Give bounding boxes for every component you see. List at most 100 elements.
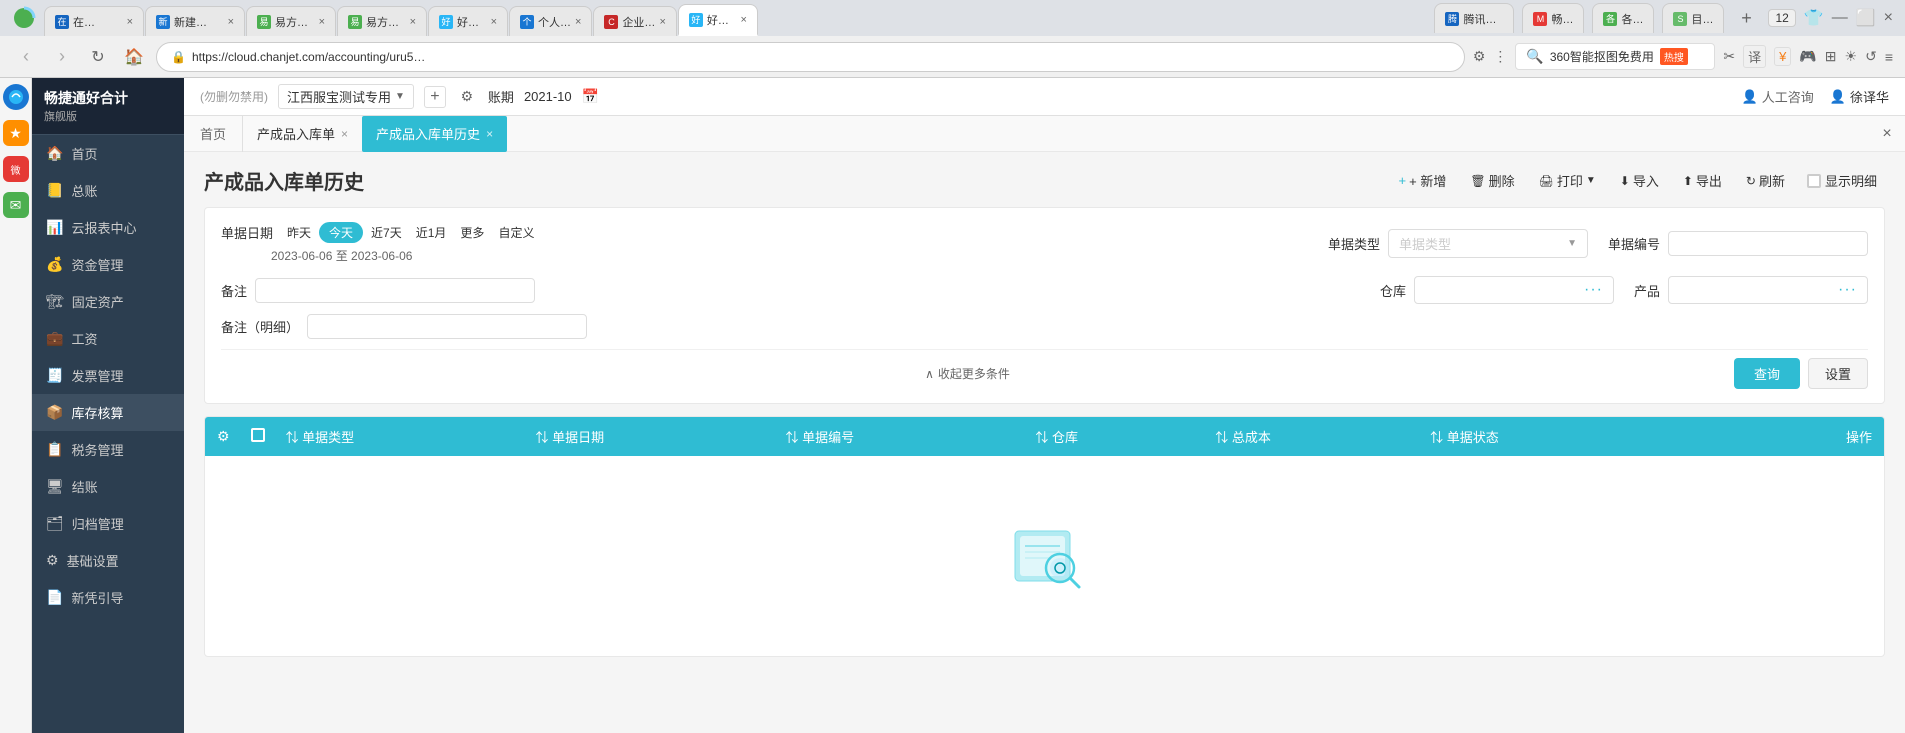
sidebar-item-checkout[interactable]: 🖥 结账 <box>32 468 184 505</box>
show-fields-checkbox[interactable] <box>1807 174 1821 188</box>
back-button[interactable]: ‹ <box>12 43 40 71</box>
tab-s[interactable]: S 目… <box>1662 3 1724 33</box>
week-btn[interactable]: 近7天 <box>365 222 408 243</box>
app-icon-orange[interactable]: ★ <box>3 120 29 146</box>
list-tab-close[interactable]: × <box>341 127 348 141</box>
grid-icon[interactable]: ⊞ <box>1825 48 1837 65</box>
topbar-settings-button[interactable]: ⚙ <box>456 86 478 108</box>
refresh-page-button[interactable]: ↻ 刷新 <box>1736 167 1795 194</box>
yesterday-btn[interactable]: 昨天 <box>281 222 317 243</box>
filter-settings-button[interactable]: 设置 <box>1808 358 1868 389</box>
sidebar-item-inventory[interactable]: 📦 库存核算 <box>32 394 184 431</box>
translate-icon[interactable]: 译 <box>1743 45 1766 68</box>
window-close-button[interactable]: × <box>1884 9 1893 27</box>
ai-service-button[interactable]: 👤 人工咨询 <box>1742 87 1814 106</box>
app-icon-chanjet[interactable] <box>3 84 29 110</box>
tab-close[interactable]: × <box>659 16 665 28</box>
th-total-cost[interactable]: ⇅ 总成本 <box>1203 417 1418 456</box>
home-button[interactable]: 🏠 <box>120 43 148 71</box>
collapse-button[interactable]: ∧ 收起更多条件 <box>221 365 1714 382</box>
panel-close-button[interactable]: × <box>1869 116 1905 152</box>
tab-close[interactable]: × <box>228 16 234 28</box>
sidebar-item-settings[interactable]: ⚙ 基础设置 <box>32 542 184 579</box>
browser-tab[interactable]: 易 易方… × <box>246 6 336 36</box>
show-fields-toggle[interactable]: 显示明细 <box>1799 167 1885 194</box>
remark-filter-input[interactable] <box>255 278 535 303</box>
add-button[interactable]: + <box>424 86 446 108</box>
company-selector[interactable]: 江西服宝测试专用 ▼ <box>278 84 414 109</box>
tab-close[interactable]: × <box>127 16 133 28</box>
tab-tencent[interactable]: 腾 腾讯… <box>1434 3 1514 33</box>
breadcrumb-history-tab[interactable]: 产成品入库单历史 × <box>362 116 507 152</box>
forward-button[interactable]: › <box>48 43 76 71</box>
th-date[interactable]: ⇅ 单据日期 <box>524 417 774 456</box>
sidebar-item-report[interactable]: 📊 云报表中心 <box>32 209 184 246</box>
browser-tab[interactable]: 在 在… × <box>44 6 144 36</box>
sidebar-item-fund[interactable]: 💰 资金管理 <box>32 246 184 283</box>
window-minimize-button[interactable]: — <box>1832 9 1848 27</box>
window-maximize-button[interactable]: ⬜ <box>1856 8 1876 28</box>
search-bar[interactable]: 🔍 360智能抠图免费用 热搜 <box>1515 43 1715 70</box>
theme-icon[interactable]: ☀ <box>1845 48 1858 65</box>
sidebar-item-archive[interactable]: 🗂 归档管理 <box>32 505 184 542</box>
scissors-icon[interactable]: ✂ <box>1723 48 1735 65</box>
custom-btn[interactable]: 自定义 <box>492 222 540 243</box>
th-checkbox[interactable] <box>242 417 274 456</box>
new-button[interactable]: + + 新增 <box>1389 167 1457 194</box>
sidebar-item-invoice[interactable]: 🧾 发票管理 <box>32 357 184 394</box>
warehouse-filter-select[interactable]: ··· <box>1414 276 1614 304</box>
delete-button[interactable]: 🗑 删除 <box>1460 167 1524 194</box>
extensions-icon[interactable]: ⚙ <box>1473 48 1486 65</box>
sidebar-item-home[interactable]: 🏠 首页 <box>32 135 184 172</box>
detail-remark-input[interactable] <box>307 314 587 339</box>
th-settings[interactable]: ⚙ <box>205 417 242 456</box>
calendar-icon[interactable]: 📅 <box>582 88 599 105</box>
export-button[interactable]: ⬆ 导出 <box>1673 167 1732 194</box>
sidebar-item-tax[interactable]: 📋 税务管理 <box>32 431 184 468</box>
header-checkbox[interactable] <box>251 428 265 442</box>
yuan-icon[interactable]: ¥ <box>1774 47 1791 66</box>
tab-close-active[interactable]: × <box>740 14 746 26</box>
tab-close[interactable]: × <box>491 16 497 28</box>
breadcrumb-home[interactable]: 首页 <box>184 116 242 152</box>
more-icon[interactable]: ≡ <box>1885 49 1893 65</box>
history-tab-close[interactable]: × <box>486 127 493 141</box>
tab-ge[interactable]: 各 各… <box>1592 3 1654 33</box>
sidebar-item-salary[interactable]: 💼 工资 <box>32 320 184 357</box>
game-icon[interactable]: 🎮 <box>1799 48 1816 65</box>
sidebar-item-ledger[interactable]: 📒 总账 <box>32 172 184 209</box>
tab-close[interactable]: × <box>410 16 416 28</box>
search-button[interactable]: 查询 <box>1734 358 1800 389</box>
th-number[interactable]: ⇅ 单据编号 <box>773 417 1023 456</box>
month-btn[interactable]: 近1月 <box>410 222 453 243</box>
today-btn[interactable]: 今天 <box>319 222 363 243</box>
sidebar-item-new-voucher[interactable]: 📄 新凭引导 <box>32 579 184 616</box>
sidebar-item-assets[interactable]: 🏗 固定资产 <box>32 283 184 320</box>
browser-tab-active[interactable]: 好 好… × <box>678 4 758 36</box>
user-avatar-button[interactable]: 👤 徐译华 <box>1830 87 1889 106</box>
th-warehouse[interactable]: ⇅ 仓库 <box>1023 417 1203 456</box>
tab-close[interactable]: × <box>319 16 325 28</box>
tab-close[interactable]: × <box>575 16 581 28</box>
product-filter-select[interactable]: ··· <box>1668 276 1868 304</box>
number-filter-input[interactable] <box>1668 231 1868 256</box>
tab-m[interactable]: M 畅… <box>1522 3 1584 33</box>
more-btn[interactable]: 更多 <box>454 222 490 243</box>
browser-tab[interactable]: 新 新建… × <box>145 6 245 36</box>
th-type[interactable]: ⇅ 单据类型 <box>274 417 524 456</box>
import-button[interactable]: ⬇ 导入 <box>1610 167 1669 194</box>
th-status[interactable]: ⇅ 单据状态 <box>1418 417 1668 456</box>
breadcrumb-list-tab[interactable]: 产成品入库单 × <box>242 116 362 152</box>
print-button[interactable]: 🖨 打印 ▼ <box>1529 167 1606 194</box>
menu-icon[interactable]: ⋮ <box>1493 48 1507 65</box>
type-filter-select[interactable]: 单据类型 ▼ <box>1388 229 1588 258</box>
app-icon-mail[interactable]: ✉ <box>3 192 29 218</box>
add-tab-button[interactable]: + <box>1732 4 1760 32</box>
window-shirt-icon[interactable]: 👕 <box>1804 8 1824 28</box>
browser-tab[interactable]: 个 个人… × <box>509 6 592 36</box>
browser-tab[interactable]: C 企业… × <box>593 6 676 36</box>
address-input[interactable]: 🔒 https://cloud.chanjet.com/accounting/u… <box>156 42 1465 72</box>
browser-tab[interactable]: 易 易方… × <box>337 6 427 36</box>
refresh-button[interactable]: ↻ <box>84 43 112 71</box>
browser-tab[interactable]: 好 好… × <box>428 6 508 36</box>
